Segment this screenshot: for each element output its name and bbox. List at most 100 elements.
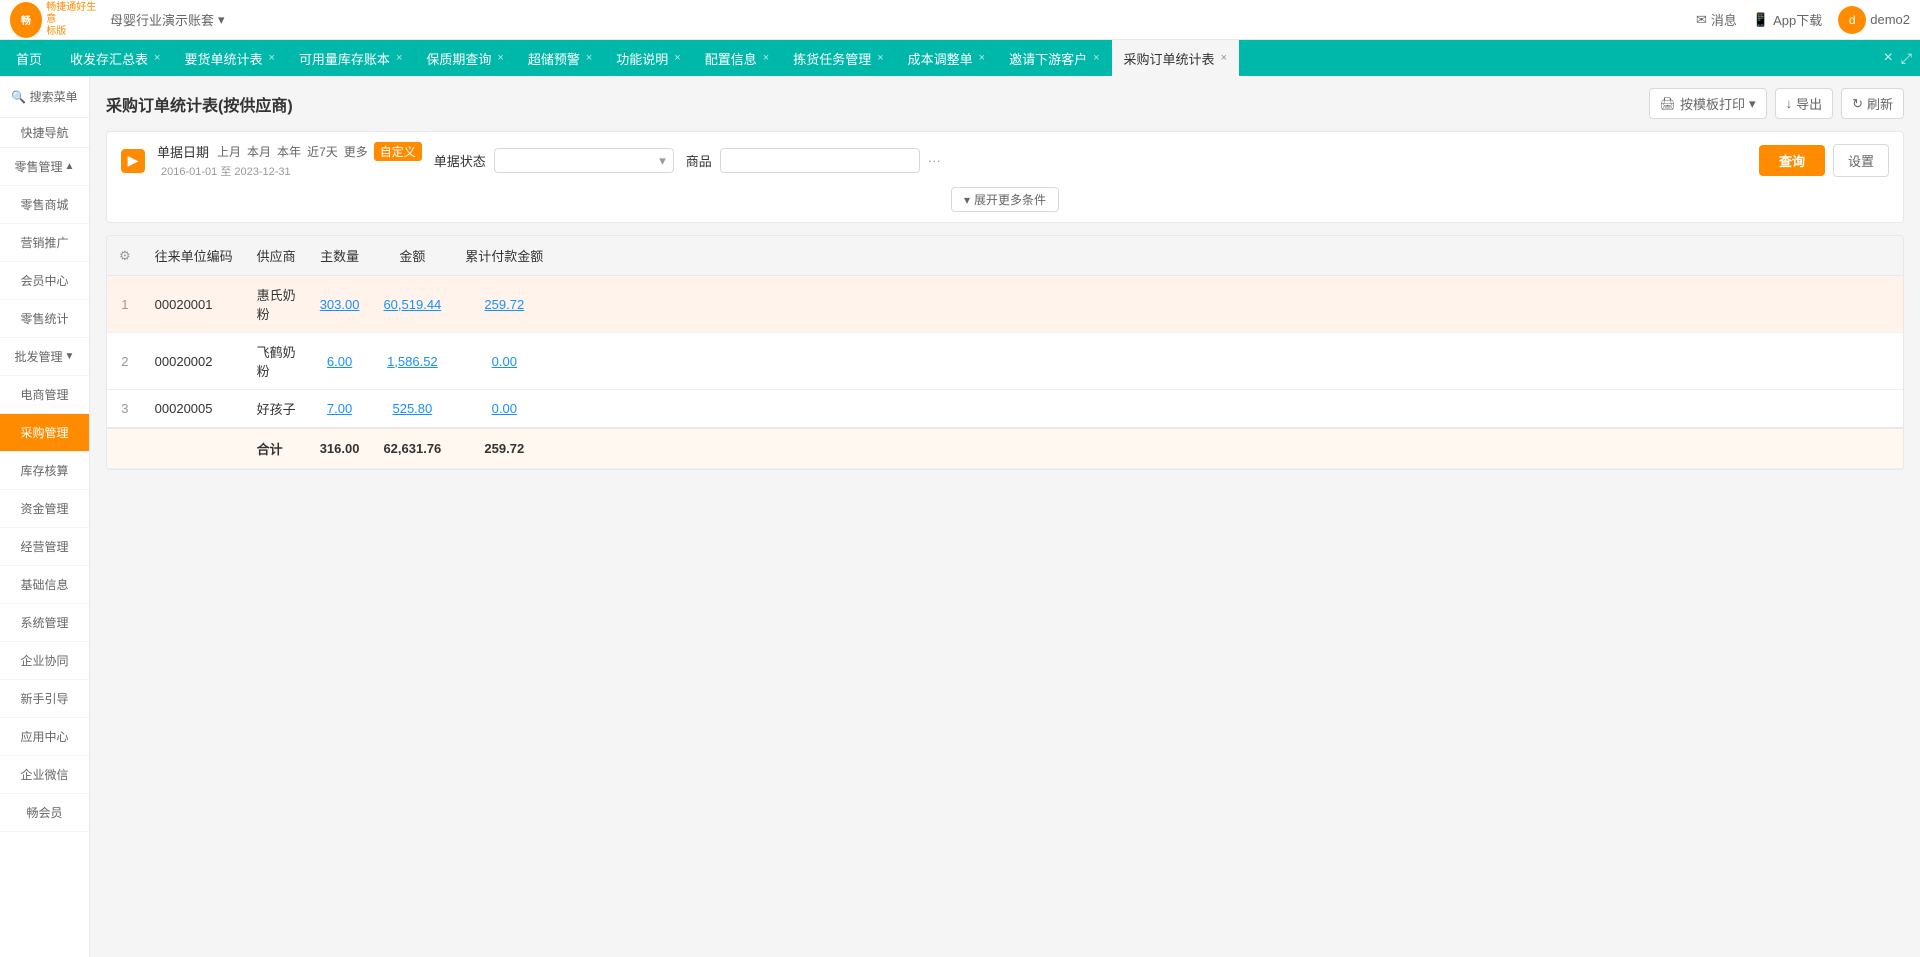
tab-close-3[interactable]: × — [497, 52, 503, 64]
tab-4[interactable]: 超储预警 × — [516, 40, 604, 76]
row-amount-1[interactable]: 60,519.44 — [371, 276, 453, 333]
refresh-icon: ↻ — [1852, 96, 1863, 112]
sidebar-item-finance[interactable]: 资金管理 — [0, 490, 89, 528]
search-icon: 🔍 — [11, 90, 26, 104]
sidebar-item-label-newuser: 新手引导 — [20, 690, 68, 707]
tab-label-8: 成本调整单 — [908, 49, 973, 68]
tab-close-6[interactable]: × — [763, 52, 769, 64]
row-qty-2[interactable]: 6.00 — [308, 333, 372, 390]
sidebar-item-label-operations: 经营管理 — [20, 538, 68, 555]
tab-close-0[interactable]: × — [154, 52, 160, 64]
settings-gear-icon[interactable]: ⚙ — [119, 248, 131, 263]
template-print-btn[interactable]: 🖨 按模板打印 ▾ — [1649, 88, 1767, 119]
sidebar-item-basics[interactable]: 基础信息 — [0, 566, 89, 604]
date-filter-top: 单据日期 上月 本月 本年 近7天 更多 自定义 — [157, 142, 422, 161]
tab-10[interactable]: 采购订单统计表 × — [1112, 40, 1239, 76]
sidebar-item-newuser[interactable]: 新手引导 — [0, 680, 89, 718]
page-title-bar: 采购订单统计表(按供应商) 🖨 按模板打印 ▾ ↓ 导出 ↻ 刷新 — [106, 88, 1904, 119]
row-paid-3[interactable]: 0.00 — [453, 390, 555, 429]
supplier-name-2: 飞鹤奶粉 — [257, 345, 296, 379]
sidebar-item-members[interactable]: 会员中心 — [0, 262, 89, 300]
sidebar-item-appcenter[interactable]: 应用中心 — [0, 718, 89, 756]
shortcut-last-month[interactable]: 上月 — [217, 143, 241, 160]
refresh-btn[interactable]: ↻ 刷新 — [1841, 88, 1904, 119]
tab-3[interactable]: 保质期查询 × — [414, 40, 515, 76]
status-select-wrap — [494, 148, 674, 173]
sidebar-item-wecom[interactable]: 企业微信 — [0, 756, 89, 794]
filter-toggle-btn[interactable]: ▶ — [121, 149, 145, 173]
sidebar-item-retail-mgmt[interactable]: 零售管理 ▲ — [0, 148, 89, 186]
expand-more-btn[interactable]: ▾ 展开更多条件 — [951, 187, 1059, 212]
col-header-supplier: 供应商 — [245, 236, 308, 276]
shortcut-more[interactable]: 更多 — [344, 143, 368, 160]
sidebar-item-sysadmin[interactable]: 系统管理 — [0, 604, 89, 642]
sidebar-item-operations[interactable]: 经营管理 — [0, 528, 89, 566]
goods-more-icon[interactable]: ··· — [928, 153, 941, 168]
tab-close-4[interactable]: × — [586, 52, 592, 64]
sidebar-item-vip[interactable]: 畅会员 — [0, 794, 89, 832]
status-filter-group: 单据状态 — [434, 148, 674, 173]
sidebar-item-marketing[interactable]: 营销推广 — [0, 224, 89, 262]
footer-paid: 259.72 — [453, 428, 555, 469]
custom-tag[interactable]: 自定义 — [374, 142, 422, 161]
col-header-amount: 金额 — [371, 236, 453, 276]
sidebar-item-retail-mall[interactable]: 零售商城 — [0, 186, 89, 224]
shortcut-this-year[interactable]: 本年 — [277, 143, 301, 160]
sidebar-item-wholesale[interactable]: 批发管理 ▼ — [0, 338, 89, 376]
row-amount-3[interactable]: 525.80 — [371, 390, 453, 429]
sidebar-item-inventory[interactable]: 库存核算 — [0, 452, 89, 490]
tab-close-2[interactable]: × — [396, 52, 402, 64]
sidebar-search-btn[interactable]: 🔍 搜索菜单 — [6, 84, 83, 109]
row-amount-2[interactable]: 1,586.52 — [371, 333, 453, 390]
tab-home[interactable]: 首页 — [0, 40, 58, 76]
tab-5[interactable]: 功能说明 × — [604, 40, 692, 76]
maximize-btn[interactable]: ⤢ — [1901, 50, 1912, 67]
row-qty-3[interactable]: 7.00 — [308, 390, 372, 429]
app-download-btn[interactable]: 📱 App下载 — [1753, 10, 1822, 29]
tab-2[interactable]: 可用量库存账本 × — [287, 40, 414, 76]
tab-close-10[interactable]: × — [1221, 52, 1227, 64]
sidebar-item-ecommerce[interactable]: 电商管理 — [0, 376, 89, 414]
tab-8[interactable]: 成本调整单 × — [896, 40, 997, 76]
tab-label-4: 超储预警 — [528, 49, 580, 68]
shortcut-this-month[interactable]: 本月 — [247, 143, 271, 160]
row-paid-2[interactable]: 0.00 — [453, 333, 555, 390]
table-row: 2 00020002 飞鹤奶粉 6.00 1,586.52 0.00 — [107, 333, 1903, 390]
tab-close-7[interactable]: × — [877, 52, 883, 64]
shortcut-7days[interactable]: 近7天 — [307, 143, 338, 160]
tab-9[interactable]: 邀请下游客户 × — [997, 40, 1111, 76]
workspace-selector[interactable]: 母婴行业演示账套 ▾ — [110, 10, 229, 29]
sidebar-item-label-retail-mall: 零售商城 — [20, 196, 68, 213]
tab-close-5[interactable]: × — [674, 52, 680, 64]
tab-6[interactable]: 配置信息 × — [693, 40, 781, 76]
close-all-btn[interactable]: × — [1883, 49, 1892, 67]
tab-1[interactable]: 要货单统计表 × — [172, 40, 286, 76]
date-range-display: 2016-01-01 至 2023-12-31 — [161, 163, 422, 179]
sidebar-item-enterprise[interactable]: 企业协同 — [0, 642, 89, 680]
query-btn[interactable]: 查询 — [1759, 145, 1825, 176]
message-btn[interactable]: ✉ 消息 — [1696, 10, 1737, 29]
tab-0[interactable]: 收发存汇总表 × — [58, 40, 172, 76]
tab-close-8[interactable]: × — [979, 52, 985, 64]
sidebar-item-label-sysadmin: 系统管理 — [20, 614, 68, 631]
tab-label-5: 功能说明 — [616, 49, 668, 68]
tab-label-7: 拣货任务管理 — [793, 49, 871, 68]
tab-home-label: 首页 — [16, 49, 42, 68]
template-dropdown-icon: ▾ — [1749, 96, 1756, 112]
row-qty-1[interactable]: 303.00 — [308, 276, 372, 333]
row-code-2: 00020002 — [143, 333, 245, 390]
sidebar-item-retail-stats[interactable]: 零售统计 — [0, 300, 89, 338]
row-paid-1[interactable]: 259.72 — [453, 276, 555, 333]
sidebar-quick-nav[interactable]: 快捷导航 — [0, 118, 89, 148]
user-avatar[interactable]: d demo2 — [1838, 6, 1910, 34]
goods-input[interactable] — [720, 148, 920, 173]
tab-close-1[interactable]: × — [268, 52, 274, 64]
tab-7[interactable]: 拣货任务管理 × — [781, 40, 895, 76]
status-select[interactable] — [494, 148, 674, 173]
sidebar-item-label-wholesale: 批发管理 — [15, 348, 63, 365]
sidebar-item-purchase[interactable]: 采购管理 — [0, 414, 89, 452]
tab-close-9[interactable]: × — [1093, 52, 1099, 64]
top-bar: 畅 畅捷通好生意 标版 母婴行业演示账套 ▾ ✉ 消息 📱 App下载 d de… — [0, 0, 1920, 40]
settings-btn[interactable]: 设置 — [1833, 144, 1889, 177]
export-btn[interactable]: ↓ 导出 — [1775, 88, 1834, 119]
